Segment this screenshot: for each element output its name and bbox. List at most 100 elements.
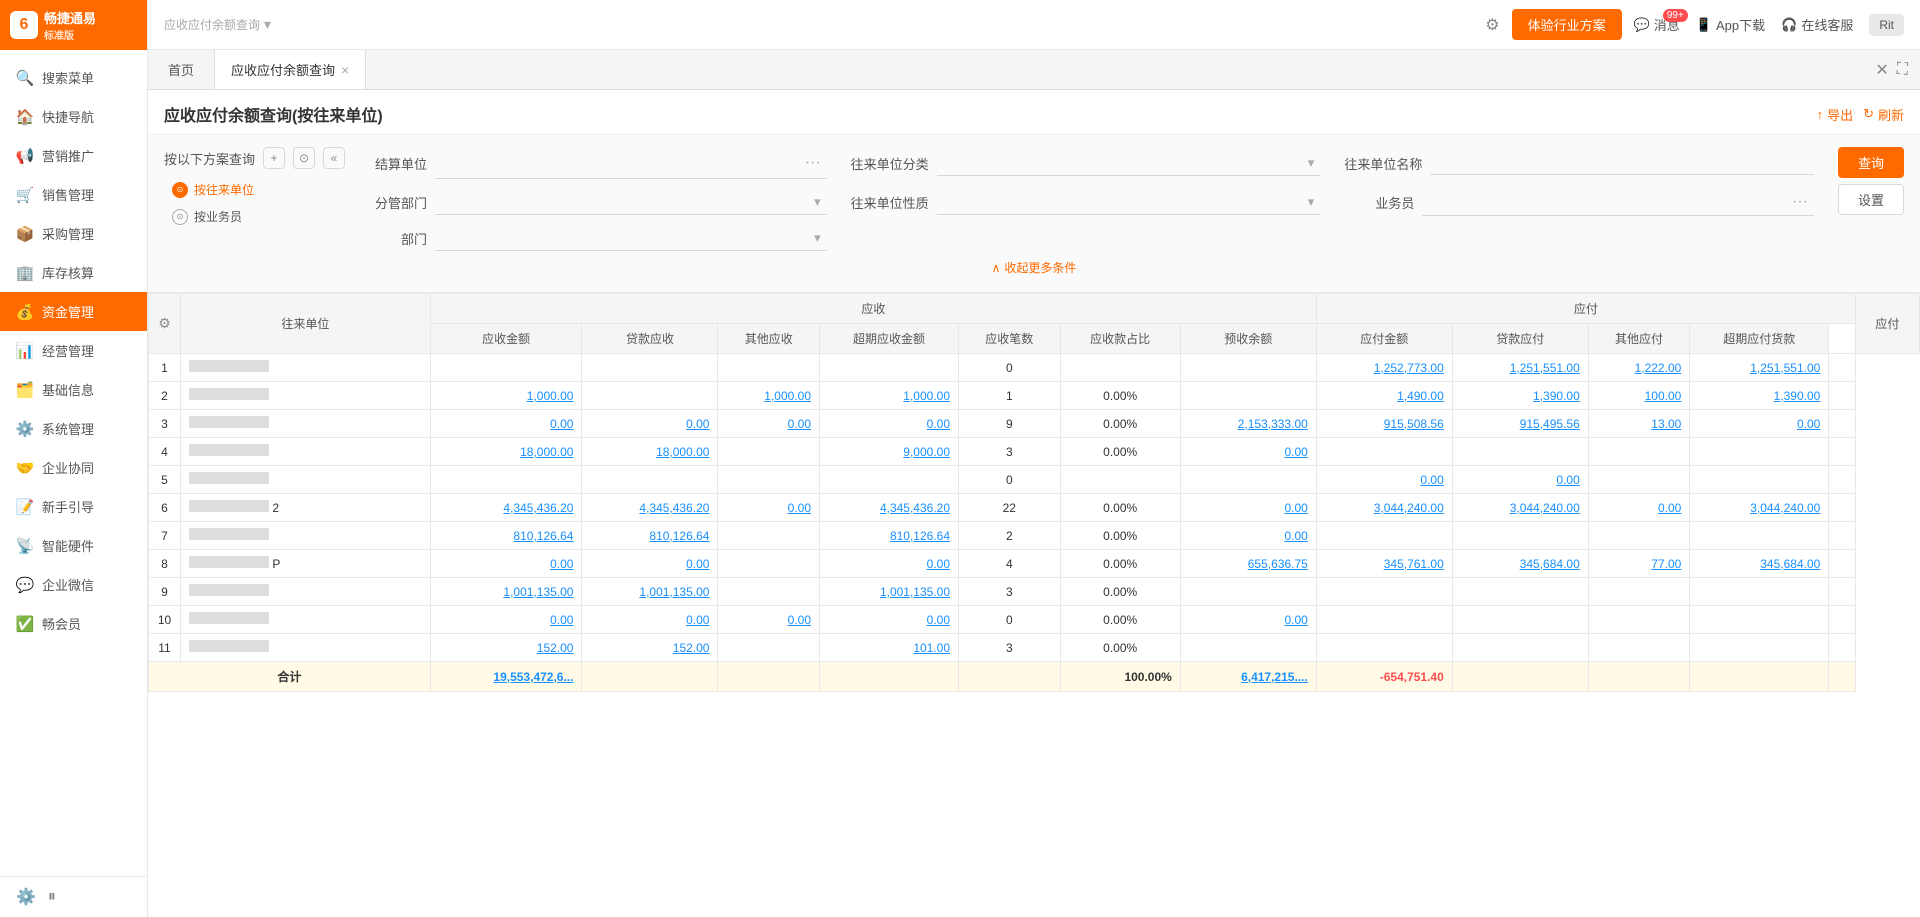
partner-name: [181, 466, 431, 494]
breadcrumb: 应收应付余额查询 ▾: [164, 16, 1473, 33]
settings-bottom-icon[interactable]: ⚙️: [16, 887, 36, 907]
sidebar-label-finance: 资金管理: [42, 302, 94, 321]
sidebar-item-collab[interactable]: 🤝 企业协同: [0, 448, 147, 487]
sidebar-item-member[interactable]: ✅ 畅会员: [0, 604, 147, 643]
partner-name-input[interactable]: [1430, 151, 1814, 175]
sidebar-label-hardware: 智能硬件: [42, 536, 94, 555]
sidebar-item-search[interactable]: 🔍 搜索菜单: [0, 58, 147, 97]
tab-close-icon[interactable]: ×: [341, 62, 349, 78]
th-settings[interactable]: ⚙: [149, 294, 181, 354]
wechat-icon: 💬: [16, 576, 34, 594]
partner-category-arrow: ▾: [1308, 155, 1315, 171]
collapse-filter-button[interactable]: ∧ 收起更多条件: [164, 255, 1904, 280]
tabbar: 首页 应收应付余额查询 × ✕ ⛶: [148, 50, 1920, 90]
add-scheme-button[interactable]: +: [263, 147, 285, 169]
sidebar-item-inventory[interactable]: 🏢 库存核算: [0, 253, 147, 292]
th-ar-amount: 应收金额: [430, 324, 582, 354]
sidebar-item-hardware[interactable]: 📡 智能硬件: [0, 526, 147, 565]
partner-category-select[interactable]: ▾: [937, 151, 1321, 176]
topbar-gear-icon[interactable]: ⚙: [1485, 15, 1499, 35]
filter-settlement-unit: 结算单位 ···: [357, 147, 827, 179]
query-button[interactable]: 查询: [1838, 147, 1904, 178]
sidebar-item-purchase[interactable]: 📦 采购管理: [0, 214, 147, 253]
sidebar-item-wechat[interactable]: 💬 企业微信: [0, 565, 147, 604]
salesman-dots[interactable]: ···: [1792, 193, 1808, 211]
ar-count: 1: [959, 382, 1061, 410]
online-service-button[interactable]: 🎧 在线客服: [1781, 15, 1853, 34]
export-button[interactable]: ↑ 导出: [1817, 105, 1854, 124]
service-icon: 🎧: [1781, 17, 1797, 33]
refresh-icon: ↻: [1863, 106, 1874, 122]
sidebar-item-quicknav[interactable]: 🏠 快捷导航: [0, 97, 147, 136]
page-actions: ↑ 导出 ↻ 刷新: [1817, 105, 1904, 124]
collapse-arrow-icon: ∧: [992, 261, 1001, 275]
tabbar-close-icon[interactable]: ✕: [1875, 60, 1888, 80]
collapse-icon[interactable]: ⏸: [48, 888, 56, 906]
data-table: ⚙ 往来单位 应收 应付 应付 应收金额 贷款应收 其他应收 超期应收金额 应收…: [148, 293, 1920, 692]
setting-button[interactable]: 设置: [1838, 184, 1904, 215]
filter-nav-by-salesman[interactable]: ⊙ 按业务员: [164, 204, 345, 229]
filter-partner-nature: 往来单位性质 ▾: [851, 189, 1321, 216]
sidebar-item-sales[interactable]: 🛒 销售管理: [0, 175, 147, 214]
user-menu[interactable]: Rit: [1869, 14, 1904, 36]
collapse-scheme-button[interactable]: «: [323, 147, 345, 169]
sidebar-item-management[interactable]: 📊 经营管理: [0, 331, 147, 370]
message-icon: 💬: [1634, 17, 1650, 33]
settlement-unit-input[interactable]: [441, 151, 805, 174]
partner-name: [181, 410, 431, 438]
home-icon: 🏠: [16, 108, 34, 126]
department-label: 部门: [357, 229, 427, 248]
ar-count: 0: [959, 354, 1061, 382]
app-download-label: App下载: [1716, 15, 1765, 34]
table-row: 101,252,773.001,251,551.001,222.001,251,…: [149, 354, 1920, 382]
app-download-button[interactable]: 📱 App下载: [1696, 15, 1765, 34]
settlement-unit-dots[interactable]: ···: [805, 154, 821, 172]
department-select[interactable]: ▾: [435, 226, 827, 251]
tabbar-expand-icon[interactable]: ⛶: [1897, 61, 1908, 79]
promo-button[interactable]: 体验行业方案: [1512, 9, 1622, 40]
ar-count: 22: [959, 494, 1061, 522]
th-ap-other: 其他应付: [1588, 324, 1690, 354]
sidebar-item-system[interactable]: ⚙️ 系统管理: [0, 409, 147, 448]
member-icon: ✅: [16, 615, 34, 633]
partner-nature-select[interactable]: ▾: [937, 190, 1321, 215]
ar-count: 4: [959, 550, 1061, 578]
filter-salesman: 业务员 ···: [1344, 189, 1814, 216]
filter-nav-by-partner[interactable]: ⊙ 按往来单位: [164, 177, 345, 202]
tab-home[interactable]: 首页: [148, 50, 215, 89]
main-content: 应收应付余额查询(按往来单位) ↑ 导出 ↻ 刷新 按以下方案查询 + ⊙ «: [148, 90, 1920, 917]
filter-area: 按以下方案查询 + ⊙ « ⊙ 按往来单位 ⊙ 按业务员: [148, 135, 1920, 293]
partner-category-label: 往来单位分类: [851, 154, 929, 173]
app-download-icon: 📱: [1696, 17, 1712, 33]
ar-count: 0: [959, 606, 1061, 634]
sidebar-item-marketing[interactable]: 📢 营销推广: [0, 136, 147, 175]
footer-ar-ratio: 100.00%: [1060, 662, 1180, 692]
row-number: 9: [149, 578, 181, 606]
breadcrumb-text: 应收应付余额查询: [164, 16, 260, 33]
edit-scheme-button[interactable]: ⊙: [293, 147, 315, 169]
refresh-button[interactable]: ↻ 刷新: [1863, 105, 1904, 124]
sidebar-item-finance[interactable]: 💰 资金管理: [0, 292, 147, 331]
tab-active[interactable]: 应收应付余额查询 ×: [215, 50, 366, 89]
management-icon: 📊: [16, 342, 34, 360]
th-payable-extra: 应付: [1855, 294, 1919, 354]
dept-select[interactable]: ▾: [435, 190, 827, 215]
breadcrumb-arrow: ▾: [264, 16, 271, 33]
sidebar-item-basic[interactable]: 🗂️ 基础信息: [0, 370, 147, 409]
message-button[interactable]: 💬 消息 99+: [1634, 15, 1680, 34]
sidebar: 6 畅捷通易 标准版 🔍 搜索菜单 🏠 快捷导航 📢 营销推广 🛒 销售管理 📦…: [0, 0, 148, 917]
footer-label: 合计: [149, 662, 431, 692]
table-row: 418,000.0018,000.009,000.0030.00%0.00: [149, 438, 1920, 466]
sidebar-item-guide[interactable]: 📝 新手引导: [0, 487, 147, 526]
partner-nature-label: 往来单位性质: [851, 193, 929, 212]
th-partner: 往来单位: [181, 294, 431, 354]
footer-ar-prepay[interactable]: 6,417,215....: [1180, 662, 1316, 692]
ar-count: 2: [959, 522, 1061, 550]
department-arrow: ▾: [814, 230, 821, 246]
footer-ar-amount[interactable]: 19,553,472,6...: [430, 662, 582, 692]
collab-icon: 🤝: [16, 459, 34, 477]
table-settings-icon[interactable]: ⚙: [158, 315, 171, 331]
hardware-icon: 📡: [16, 537, 34, 555]
ar-count: 9: [959, 410, 1061, 438]
salesman-input[interactable]: [1428, 195, 1792, 210]
